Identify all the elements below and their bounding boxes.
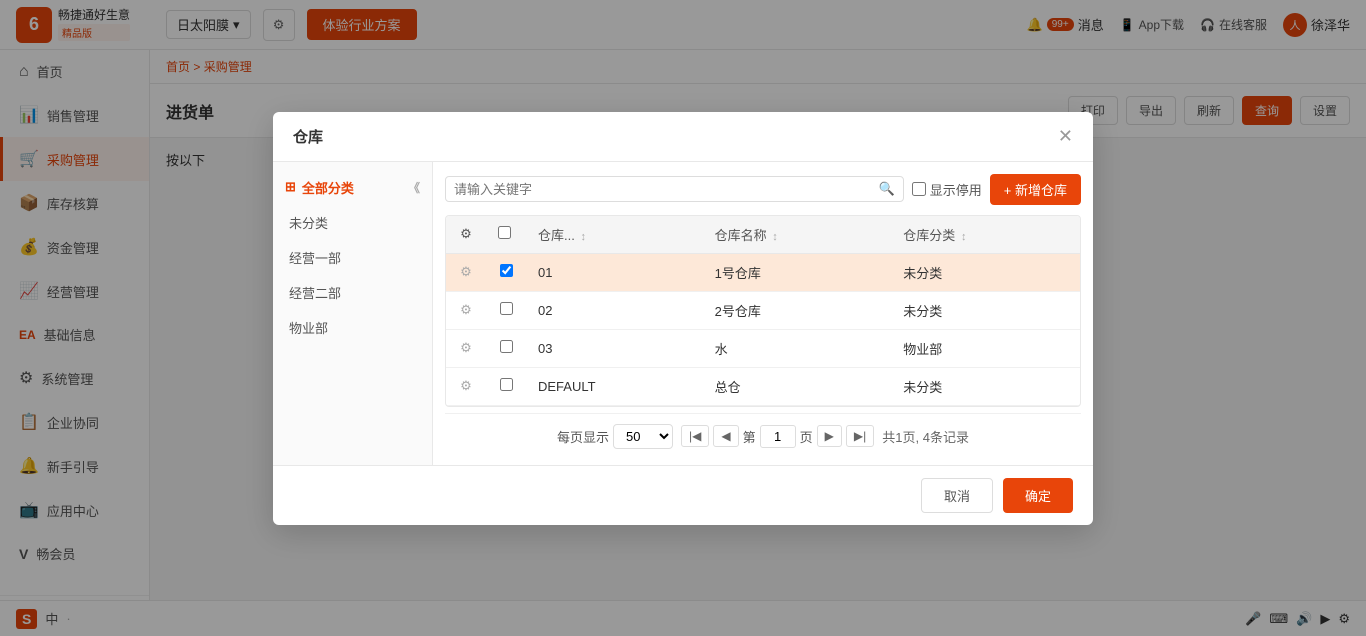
row-gear-cell: ⚙ — [446, 291, 486, 329]
page-number-input[interactable] — [760, 425, 796, 448]
table-row[interactable]: ⚙ DEFAULT 总仓 未分类 — [446, 367, 1080, 405]
row-code: 01 — [526, 253, 703, 291]
gear-icon: ⚙ — [460, 226, 472, 241]
row-name: 2号仓库 — [703, 291, 892, 329]
next-page-button[interactable]: ▶ — [817, 425, 842, 447]
prev-page-button[interactable]: ◀ — [713, 425, 738, 447]
column-name: 仓库名称 ↕ — [703, 216, 892, 254]
row-gear-cell: ⚙ — [446, 367, 486, 405]
row-checkbox-cell — [486, 367, 526, 405]
row-gear-icon[interactable]: ⚙ — [460, 340, 472, 355]
column-code-label: 仓库... — [538, 228, 575, 243]
search-box: 🔍 — [445, 176, 904, 202]
row-category: 未分类 — [891, 291, 1080, 329]
modal-body: ⊞ 全部分类 《 未分类 经营一部 经营二部 物业部 🔍 — [273, 162, 1093, 465]
column-name-label: 仓库名称 — [715, 228, 767, 243]
modal-pagination: 每页显示 50 100 200 |◀ ◀ 第 页 ▶ — [445, 413, 1081, 453]
modal-close-button[interactable]: ✕ — [1058, 126, 1073, 147]
search-icon: 🔍 — [879, 181, 895, 197]
row-checkbox[interactable] — [500, 264, 513, 277]
row-name: 水 — [703, 329, 892, 367]
modal-overlay: 仓库 ✕ ⊞ 全部分类 《 未分类 经营一部 经营二部 物业部 — [0, 0, 1366, 636]
row-category: 未分类 — [891, 253, 1080, 291]
modal-sidebar-title: 全部分类 — [302, 178, 354, 197]
confirm-button[interactable]: 确定 — [1003, 478, 1073, 513]
row-gear-icon[interactable]: ⚙ — [460, 378, 472, 393]
warehouse-modal: 仓库 ✕ ⊞ 全部分类 《 未分类 经营一部 经营二部 物业部 — [273, 112, 1093, 525]
modal-sidebar-header[interactable]: ⊞ 全部分类 《 — [273, 170, 432, 205]
page-size-select: 每页显示 50 100 200 — [557, 424, 673, 449]
row-checkbox-cell — [486, 291, 526, 329]
modal-sidebar-item-2[interactable]: 经营二部 — [273, 275, 432, 310]
row-checkbox[interactable] — [500, 378, 513, 391]
row-name: 1号仓库 — [703, 253, 892, 291]
column-gear: ⚙ — [446, 216, 486, 254]
sort-category-icon[interactable]: ↕ — [961, 231, 967, 243]
select-all-checkbox[interactable] — [498, 226, 511, 239]
row-checkbox[interactable] — [500, 302, 513, 315]
cancel-button[interactable]: 取消 — [921, 478, 993, 513]
modal-main: 🔍 显示停用 + 新增仓库 ⚙ — [433, 162, 1093, 465]
table-header-row: ⚙ 仓库... ↕ 仓库名称 — [446, 216, 1080, 254]
show-disabled-text: 显示停用 — [930, 180, 982, 199]
modal-footer: 取消 确定 — [273, 465, 1093, 525]
table-row[interactable]: ⚙ 03 水 物业部 — [446, 329, 1080, 367]
row-gear-icon[interactable]: ⚙ — [460, 302, 472, 317]
modal-toolbar: 🔍 显示停用 + 新增仓库 — [445, 174, 1081, 205]
new-warehouse-button[interactable]: + 新增仓库 — [990, 174, 1081, 205]
column-code: 仓库... ↕ — [526, 216, 703, 254]
total-info: 共1页, 4条记录 — [882, 427, 969, 446]
modal-header: 仓库 ✕ — [273, 112, 1093, 162]
page-size-label: 每页显示 — [557, 427, 609, 446]
page-nav: |◀ ◀ 第 页 ▶ ▶| — [681, 425, 874, 448]
page-size-dropdown[interactable]: 50 100 200 — [613, 424, 673, 449]
row-name: 总仓 — [703, 367, 892, 405]
table-row[interactable]: ⚙ 01 1号仓库 未分类 — [446, 253, 1080, 291]
modal-sidebar-item-3[interactable]: 物业部 — [273, 310, 432, 345]
row-code: 02 — [526, 291, 703, 329]
modal-sidebar-item-0[interactable]: 未分类 — [273, 205, 432, 240]
show-disabled-label: 显示停用 — [912, 180, 982, 199]
modal-sidebar: ⊞ 全部分类 《 未分类 经营一部 经营二部 物业部 — [273, 162, 433, 465]
modal-sidebar-item-1[interactable]: 经营一部 — [273, 240, 432, 275]
row-code: DEFAULT — [526, 367, 703, 405]
search-input[interactable] — [454, 182, 879, 197]
first-page-button[interactable]: |◀ — [681, 425, 709, 447]
last-page-button[interactable]: ▶| — [846, 425, 874, 447]
column-category: 仓库分类 ↕ — [891, 216, 1080, 254]
row-checkbox[interactable] — [500, 340, 513, 353]
row-category: 未分类 — [891, 367, 1080, 405]
sort-code-icon[interactable]: ↕ — [580, 231, 586, 243]
show-disabled-checkbox[interactable] — [912, 182, 926, 196]
row-category: 物业部 — [891, 329, 1080, 367]
page-label: 第 — [743, 427, 756, 446]
column-checkbox — [486, 216, 526, 254]
warehouse-table: ⚙ 仓库... ↕ 仓库名称 — [445, 215, 1081, 407]
page-suffix: 页 — [800, 427, 813, 446]
modal-title: 仓库 — [293, 126, 323, 147]
row-gear-cell: ⚙ — [446, 329, 486, 367]
sort-name-icon[interactable]: ↕ — [772, 231, 778, 243]
row-code: 03 — [526, 329, 703, 367]
row-gear-cell: ⚙ — [446, 253, 486, 291]
row-checkbox-cell — [486, 329, 526, 367]
table-row[interactable]: ⚙ 02 2号仓库 未分类 — [446, 291, 1080, 329]
row-gear-icon[interactable]: ⚙ — [460, 264, 472, 279]
collapse-icon[interactable]: 《 — [408, 179, 420, 196]
grid-icon: ⊞ — [285, 179, 296, 195]
row-checkbox-cell — [486, 253, 526, 291]
column-category-label: 仓库分类 — [903, 228, 955, 243]
